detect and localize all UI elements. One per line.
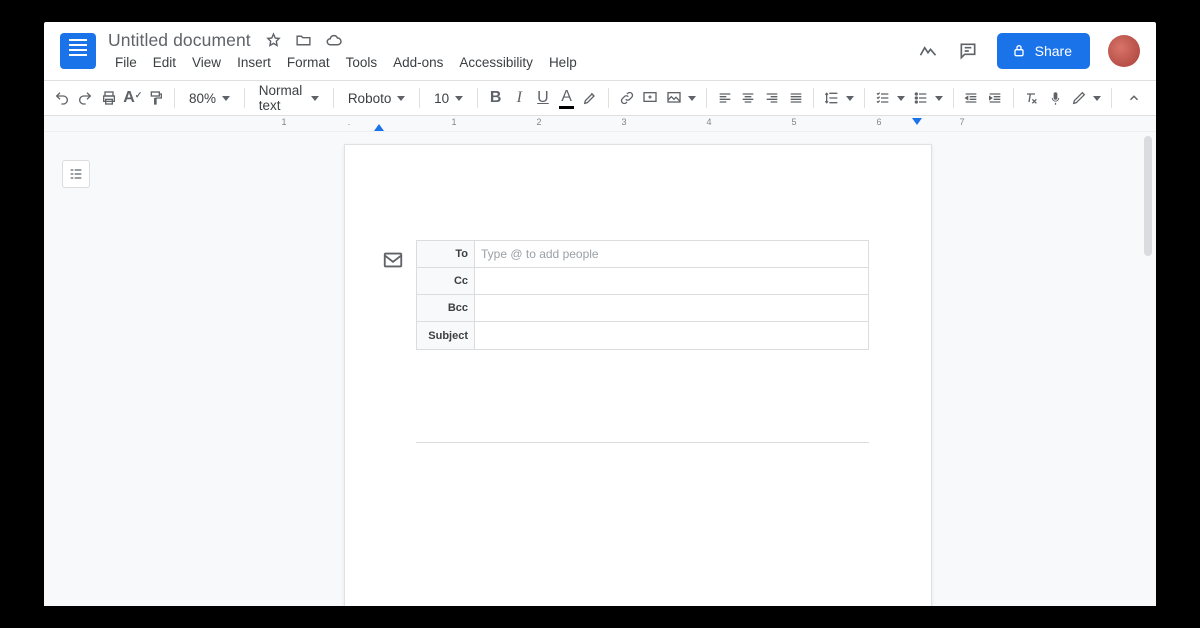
paragraph-style-value: Normal text: [259, 83, 305, 113]
italic-button[interactable]: I: [509, 84, 529, 112]
caret-down-icon: [846, 96, 854, 101]
clear-formatting-button[interactable]: [1022, 84, 1042, 112]
left-indent-marker[interactable]: [374, 124, 384, 131]
email-cc-input[interactable]: [481, 274, 868, 288]
caret-down-icon: [935, 96, 943, 101]
editing-mode-button[interactable]: [1069, 84, 1103, 112]
email-to-row: To: [417, 241, 868, 268]
email-bcc-label: Bcc: [417, 295, 475, 321]
email-to-label: To: [417, 241, 475, 267]
menu-insert[interactable]: Insert: [230, 53, 278, 72]
ruler-tick: .: [348, 117, 351, 127]
document-canvas: To Cc Bcc Subject: [44, 132, 1156, 606]
paragraph-style-select[interactable]: Normal text: [253, 84, 325, 112]
menu-help[interactable]: Help: [542, 53, 584, 72]
right-indent-marker[interactable]: [912, 118, 922, 125]
share-button-label: Share: [1035, 43, 1072, 59]
ruler-tick: 5: [791, 117, 796, 127]
underline-button[interactable]: U: [533, 84, 553, 112]
collapse-toolbar-button[interactable]: [1120, 84, 1148, 112]
undo-button[interactable]: [52, 84, 72, 112]
highlight-color-button[interactable]: [580, 84, 600, 112]
redo-button[interactable]: [76, 84, 96, 112]
title-bar: Untitled document File Edit View Insert …: [44, 22, 1156, 80]
cloud-status-icon[interactable]: [325, 32, 343, 50]
checklist-button[interactable]: [873, 84, 907, 112]
document-title[interactable]: Untitled document: [108, 30, 251, 51]
align-center-button[interactable]: [738, 84, 758, 112]
gmail-icon: [382, 249, 404, 271]
caret-down-icon: [455, 96, 463, 101]
align-right-button[interactable]: [762, 84, 782, 112]
email-bcc-input[interactable]: [481, 301, 868, 315]
menu-addons[interactable]: Add-ons: [386, 53, 450, 72]
zoom-value: 80%: [189, 91, 216, 106]
email-cc-row: Cc: [417, 268, 868, 295]
ruler-tick: 4: [706, 117, 711, 127]
caret-down-icon: [222, 96, 230, 101]
docs-app-icon[interactable]: [60, 33, 96, 69]
caret-down-icon: [1093, 96, 1101, 101]
print-button[interactable]: [99, 84, 119, 112]
ruler-tick: 1: [281, 117, 286, 127]
toolbar: A✓ 80% Normal text Roboto 10 B I U A: [44, 80, 1156, 116]
insert-link-button[interactable]: [617, 84, 637, 112]
ruler-tick: 3: [621, 117, 626, 127]
menu-accessibility[interactable]: Accessibility: [452, 53, 540, 72]
decrease-indent-button[interactable]: [962, 84, 982, 112]
increase-indent-button[interactable]: [985, 84, 1005, 112]
horizontal-ruler[interactable]: 1 . 1 2 3 4 5 6 7: [44, 116, 1156, 132]
app-window: Untitled document File Edit View Insert …: [44, 22, 1156, 606]
caret-down-icon: [688, 96, 696, 101]
vertical-scrollbar[interactable]: [1142, 132, 1154, 606]
text-color-button[interactable]: A: [557, 84, 577, 112]
email-draft-block: To Cc Bcc Subject: [416, 240, 869, 350]
caret-down-icon: [311, 96, 319, 101]
show-outline-button[interactable]: [62, 160, 90, 188]
menu-bar: File Edit View Insert Format Tools Add-o…: [108, 53, 584, 72]
move-folder-icon[interactable]: [295, 32, 313, 50]
star-icon[interactable]: [265, 32, 283, 50]
font-size-select[interactable]: 10: [428, 84, 469, 112]
ruler-tick: 6: [876, 117, 881, 127]
bold-button[interactable]: B: [486, 84, 506, 112]
font-size-value: 10: [434, 91, 449, 106]
ruler-tick: 2: [536, 117, 541, 127]
email-body-separator: [416, 442, 869, 443]
insert-image-button[interactable]: [664, 84, 698, 112]
share-button[interactable]: Share: [997, 33, 1090, 69]
menu-format[interactable]: Format: [280, 53, 337, 72]
document-page[interactable]: [344, 144, 932, 606]
paint-format-button[interactable]: [147, 84, 167, 112]
menu-tools[interactable]: Tools: [339, 53, 385, 72]
activity-icon[interactable]: [917, 40, 939, 62]
email-bcc-row: Bcc: [417, 295, 868, 322]
font-family-select[interactable]: Roboto: [342, 84, 412, 112]
email-subject-label: Subject: [417, 322, 475, 349]
insert-comment-button[interactable]: [640, 84, 660, 112]
bulleted-list-button[interactable]: [911, 84, 945, 112]
ruler-tick: 7: [959, 117, 964, 127]
caret-down-icon: [897, 96, 905, 101]
account-avatar[interactable]: [1108, 35, 1140, 67]
caret-down-icon: [397, 96, 405, 101]
ruler-tick: 1: [451, 117, 456, 127]
email-to-input[interactable]: [481, 247, 868, 261]
menu-file[interactable]: File: [108, 53, 144, 72]
voice-typing-button[interactable]: [1045, 84, 1065, 112]
email-cc-label: Cc: [417, 268, 475, 294]
align-left-button[interactable]: [715, 84, 735, 112]
email-subject-input[interactable]: [481, 329, 868, 343]
email-subject-row: Subject: [417, 322, 868, 349]
font-family-value: Roboto: [348, 91, 392, 106]
menu-view[interactable]: View: [185, 53, 228, 72]
comments-icon[interactable]: [957, 40, 979, 62]
scrollbar-thumb[interactable]: [1144, 136, 1152, 256]
line-spacing-button[interactable]: [822, 84, 856, 112]
align-justify-button[interactable]: [786, 84, 806, 112]
menu-edit[interactable]: Edit: [146, 53, 183, 72]
zoom-select[interactable]: 80%: [183, 84, 236, 112]
spellcheck-button[interactable]: A✓: [123, 84, 143, 112]
